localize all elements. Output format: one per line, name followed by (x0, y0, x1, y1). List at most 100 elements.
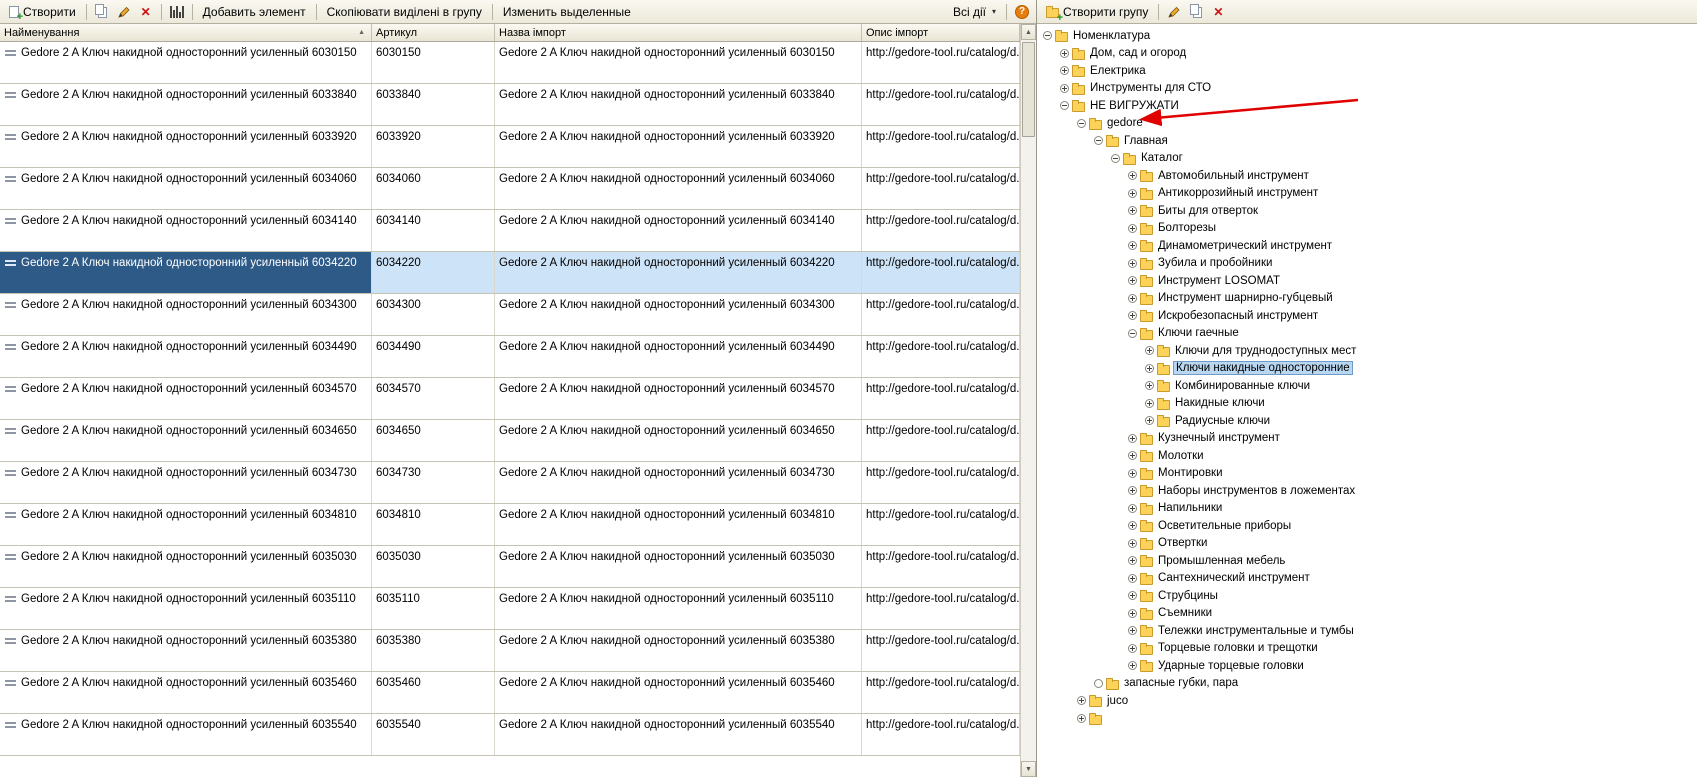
expand-icon[interactable] (1128, 451, 1137, 461)
expand-icon[interactable] (1128, 573, 1137, 583)
scroll-up-button[interactable]: ▲ (1021, 24, 1036, 40)
import-desc-cell[interactable]: http://gedore-tool.ru/catalog/d... (862, 378, 1020, 419)
expand-icon[interactable] (1128, 293, 1137, 303)
name-cell[interactable]: Gedore 2 A Ключ накидной односторонний у… (0, 126, 372, 167)
expand-icon[interactable] (1060, 83, 1069, 93)
expand-icon[interactable] (1077, 713, 1086, 723)
expand-icon[interactable] (1128, 556, 1137, 566)
import-name-cell[interactable]: Gedore 2 A Ключ накидной односторонний у… (495, 672, 862, 713)
tree-item[interactable]: Ключи гаечные (1037, 325, 1697, 343)
import-name-cell[interactable]: Gedore 2 A Ключ накидной односторонний у… (495, 126, 862, 167)
import-desc-cell[interactable]: http://gedore-tool.ru/catalog/d... (862, 252, 1020, 293)
name-cell[interactable]: Gedore 2 A Ключ накидной односторонний у… (0, 84, 372, 125)
tree-item[interactable]: juco (1037, 692, 1697, 710)
name-cell[interactable]: Gedore 2 A Ключ накидной односторонний у… (0, 462, 372, 503)
table-row[interactable]: Gedore 2 A Ключ накидной односторонний у… (0, 252, 1020, 294)
create-button[interactable]: + Створити (4, 3, 81, 22)
article-cell[interactable]: 6030150 (372, 42, 495, 83)
tree-item[interactable]: Тележки инструментальные и тумбы (1037, 622, 1697, 640)
article-cell[interactable]: 6035030 (372, 546, 495, 587)
expand-icon[interactable] (1128, 433, 1137, 443)
tree-item[interactable]: Автомобильный инструмент (1037, 167, 1697, 185)
import-name-cell[interactable]: Gedore 2 A Ключ накидной односторонний у… (495, 294, 862, 335)
collapse-icon[interactable] (1077, 118, 1086, 128)
table-vertical-scrollbar[interactable]: ▲ ▼ (1020, 24, 1036, 777)
name-cell[interactable]: Gedore 2 A Ключ накидной односторонний у… (0, 588, 372, 629)
article-cell[interactable]: 6035380 (372, 630, 495, 671)
article-cell[interactable]: 6034650 (372, 420, 495, 461)
expand-icon[interactable] (1077, 696, 1086, 706)
tree-item[interactable]: Инструменты для СТО (1037, 80, 1697, 98)
article-cell[interactable]: 6034730 (372, 462, 495, 503)
import-desc-cell[interactable]: http://gedore-tool.ru/catalog/d... (862, 630, 1020, 671)
tree-item[interactable]: Електрика (1037, 62, 1697, 80)
tree-item[interactable]: Радиусные ключи (1037, 412, 1697, 430)
table-row[interactable]: Gedore 2 A Ключ накидной односторонний у… (0, 42, 1020, 84)
import-name-cell[interactable]: Gedore 2 A Ключ накидной односторонний у… (495, 588, 862, 629)
import-name-cell[interactable]: Gedore 2 A Ключ накидной односторонний у… (495, 462, 862, 503)
tree-item[interactable]: Осветительные приборы (1037, 517, 1697, 535)
collapse-icon[interactable] (1128, 328, 1137, 338)
name-cell[interactable]: Gedore 2 A Ключ накидной односторонний у… (0, 42, 372, 83)
table-row[interactable]: Gedore 2 A Ключ накидной односторонний у… (0, 420, 1020, 462)
import-desc-cell[interactable]: http://gedore-tool.ru/catalog/d... (862, 168, 1020, 209)
tree-item[interactable]: Инструмент шарнирно-губцевый (1037, 290, 1697, 308)
tree-item[interactable]: Струбцины (1037, 587, 1697, 605)
barcode-button[interactable] (167, 2, 187, 22)
expand-icon[interactable] (1128, 311, 1137, 321)
tree-item[interactable]: gedore (1037, 115, 1697, 133)
table-row[interactable]: Gedore 2 A Ключ накидной односторонний у… (0, 84, 1020, 126)
table-row[interactable]: Gedore 2 A Ключ накидной односторонний у… (0, 126, 1020, 168)
table-row[interactable]: Gedore 2 A Ключ накидной односторонний у… (0, 336, 1020, 378)
import-name-cell[interactable]: Gedore 2 A Ключ накидной односторонний у… (495, 168, 862, 209)
name-cell[interactable]: Gedore 2 A Ключ накидной односторонний у… (0, 252, 372, 293)
article-cell[interactable]: 6034220 (372, 252, 495, 293)
tree-item[interactable]: Напильники (1037, 500, 1697, 518)
name-cell[interactable]: Gedore 2 A Ключ накидной односторонний у… (0, 210, 372, 251)
article-cell[interactable]: 6034140 (372, 210, 495, 251)
expand-icon[interactable] (1060, 48, 1069, 58)
import-desc-cell[interactable]: http://gedore-tool.ru/catalog/d... (862, 294, 1020, 335)
delete-button[interactable]: ✕ (136, 2, 156, 22)
tree-item[interactable]: НЕ ВИГРУЖАТИ (1037, 97, 1697, 115)
import-desc-cell[interactable]: http://gedore-tool.ru/catalog/d... (862, 588, 1020, 629)
table-row[interactable]: Gedore 2 A Ключ накидной односторонний у… (0, 210, 1020, 252)
import-desc-cell[interactable]: http://gedore-tool.ru/catalog/d... (862, 336, 1020, 377)
expand-icon[interactable] (1128, 538, 1137, 548)
tree-item[interactable]: Ключи для труднодоступных мест (1037, 342, 1697, 360)
table-row[interactable]: Gedore 2 A Ключ накидной односторонний у… (0, 168, 1020, 210)
table-row[interactable]: Gedore 2 A Ключ накидной односторонний у… (0, 546, 1020, 588)
empty-node-icon[interactable] (1094, 678, 1103, 688)
import-desc-cell[interactable]: http://gedore-tool.ru/catalog/d... (862, 126, 1020, 167)
import-desc-cell[interactable]: http://gedore-tool.ru/catalog/d... (862, 714, 1020, 755)
collapse-icon[interactable] (1043, 31, 1052, 41)
expand-icon[interactable] (1128, 206, 1137, 216)
table-row[interactable]: Gedore 2 A Ключ накидной односторонний у… (0, 672, 1020, 714)
import-desc-cell[interactable]: http://gedore-tool.ru/catalog/d... (862, 420, 1020, 461)
article-cell[interactable]: 6034300 (372, 294, 495, 335)
import-name-cell[interactable]: Gedore 2 A Ключ накидной односторонний у… (495, 84, 862, 125)
expand-icon[interactable] (1128, 521, 1137, 531)
name-cell[interactable]: Gedore 2 A Ключ накидной односторонний у… (0, 336, 372, 377)
scroll-down-button[interactable]: ▼ (1021, 761, 1036, 777)
tree-item[interactable] (1037, 710, 1697, 728)
expand-icon[interactable] (1128, 241, 1137, 251)
collapse-icon[interactable] (1111, 153, 1120, 163)
table-row[interactable]: Gedore 2 A Ключ накидной односторонний у… (0, 378, 1020, 420)
tree-item[interactable]: Биты для отверток (1037, 202, 1697, 220)
expand-icon[interactable] (1128, 468, 1137, 478)
tree-item[interactable]: Монтировки (1037, 465, 1697, 483)
import-name-cell[interactable]: Gedore 2 A Ключ накидной односторонний у… (495, 210, 862, 251)
expand-icon[interactable] (1128, 608, 1137, 618)
name-cell[interactable]: Gedore 2 A Ключ накидной односторонний у… (0, 504, 372, 545)
import-name-cell[interactable]: Gedore 2 A Ключ накидной односторонний у… (495, 42, 862, 83)
expand-icon[interactable] (1128, 276, 1137, 286)
import-desc-cell[interactable]: http://gedore-tool.ru/catalog/d... (862, 504, 1020, 545)
tree-item[interactable]: Кузнечный инструмент (1037, 430, 1697, 448)
name-cell[interactable]: Gedore 2 A Ключ накидной односторонний у… (0, 168, 372, 209)
tree-item[interactable]: Зубила и пробойники (1037, 255, 1697, 273)
delete-group-button[interactable]: ✕ (1208, 2, 1228, 22)
import-desc-cell[interactable]: http://gedore-tool.ru/catalog/d... (862, 42, 1020, 83)
tree-item[interactable]: Дом, сад и огород (1037, 45, 1697, 63)
tree-item[interactable]: Торцевые головки и трещотки (1037, 640, 1697, 658)
